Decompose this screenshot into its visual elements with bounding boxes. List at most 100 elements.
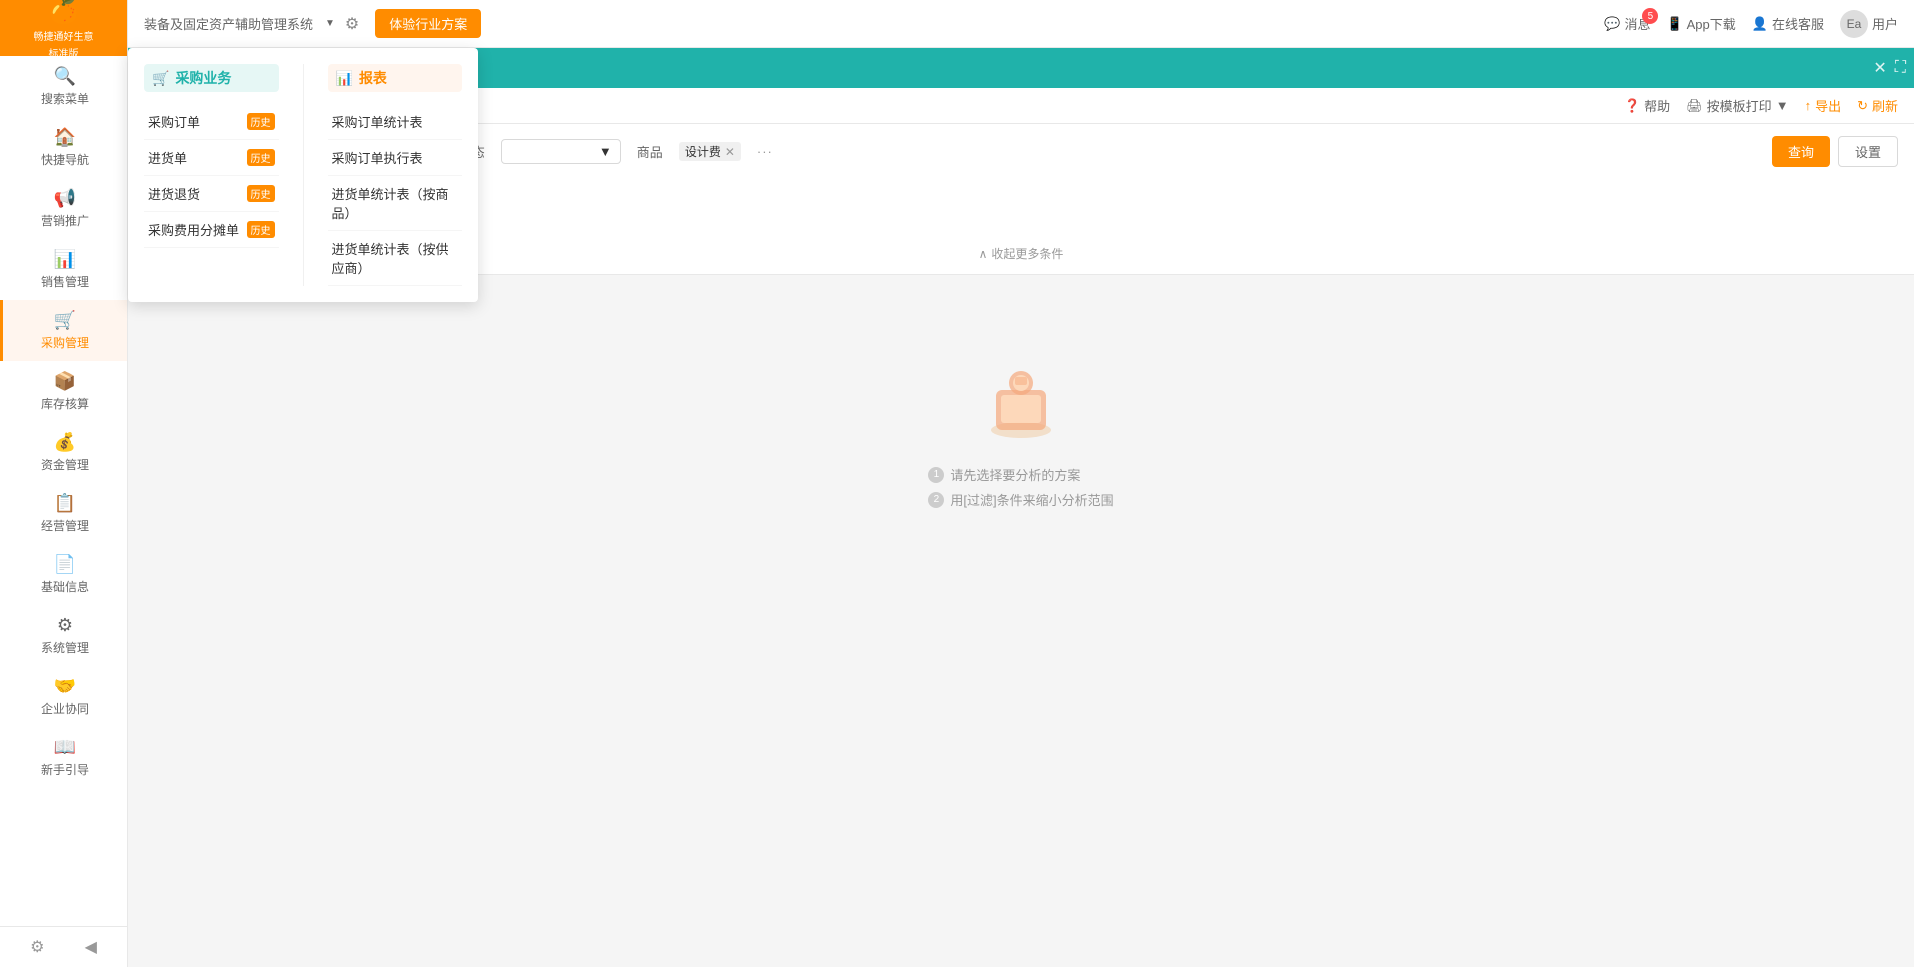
enterprise-icon: 🤝 (54, 676, 76, 697)
settings-button[interactable]: 设置 (1838, 136, 1898, 167)
purchase-order-exec-item[interactable]: 采购订单执行表 (328, 140, 463, 176)
sidebar-item-basic[interactable]: 📄 基础信息 (0, 544, 127, 605)
purchase-expense-item[interactable]: 采购费用分摊单 历史 (144, 212, 279, 248)
refresh-btn[interactable]: ↻ 刷新 (1857, 96, 1898, 115)
sidebar-item-label: 快捷导航 (41, 151, 89, 168)
sidebar-menu: 🔍 搜索菜单 🏠 快捷导航 📢 营销推广 📊 销售管理 🛒 采购管理 📦 库存核… (0, 56, 127, 926)
home-icon: 🏠 (54, 127, 76, 148)
sidebar-item-label: 企业协同 (41, 700, 89, 717)
phone-icon: 📱 (1666, 16, 1682, 32)
footer-settings-btn[interactable]: ⚙ (30, 937, 44, 957)
sidebar-item-label: 搜索菜单 (41, 90, 89, 107)
tabbar-right: ✕ ⛶ (1873, 58, 1914, 78)
purchase-order-item[interactable]: 采购订单 历史 (144, 104, 279, 140)
sidebar-item-purchase[interactable]: 🛒 采购管理 (0, 300, 127, 361)
print-icon: 🖨 (1686, 98, 1703, 114)
purchase-order-stats-label: 采购订单统计表 (332, 112, 423, 131)
topnav-settings-icon[interactable]: ⚙ (345, 14, 359, 34)
online-service-label: 在线客服 (1772, 14, 1824, 33)
goods-return-history-badge: 历史 (247, 185, 275, 202)
tip-dot-2: 2 (928, 492, 944, 508)
sidebar-item-quick-nav[interactable]: 🏠 快捷导航 (0, 117, 127, 178)
sidebar-item-guide[interactable]: 📖 新手引导 (0, 727, 127, 788)
collapse-arrow-icon: ∧ (979, 247, 988, 261)
sidebar-item-label: 资金管理 (41, 456, 89, 473)
menu-divider (303, 64, 304, 286)
trial-button[interactable]: 体验行业方案 (375, 9, 481, 38)
goods-more-icon[interactable]: ··· (757, 144, 773, 159)
goods-label: 商品 (637, 142, 663, 161)
purchase-order-label: 采购订单 (148, 112, 200, 131)
user-btn[interactable]: Ea 用户 (1840, 10, 1898, 38)
print-arrow-icon: ▼ (1776, 98, 1789, 113)
collapse-button[interactable]: ∧ 收起更多条件 (979, 245, 1064, 262)
sidebar-item-finance[interactable]: 💰 资金管理 (0, 422, 127, 483)
purchase-dropdown-menu: 🛒 采购业务 采购订单 历史 进货单 历史 进货退货 历史 采购费用分摊单 历史… (128, 48, 478, 302)
sidebar-item-marketing[interactable]: 📢 营销推广 (0, 178, 127, 239)
operation-icon: 📋 (54, 493, 76, 514)
app-download-btn[interactable]: 📱 App下载 (1666, 14, 1735, 33)
sidebar-item-label: 经营管理 (41, 517, 89, 534)
help-label: 帮助 (1644, 96, 1670, 115)
refresh-icon: ↻ (1857, 98, 1868, 114)
online-service-btn[interactable]: 👤 在线客服 (1752, 14, 1824, 33)
sidebar-item-operation[interactable]: 📋 经营管理 (0, 483, 127, 544)
message-icon: 💬 (1604, 16, 1620, 32)
export-btn[interactable]: ↑ 导出 (1805, 96, 1842, 115)
sidebar-item-label: 营销推广 (41, 212, 89, 229)
search-button[interactable]: 查询 (1772, 136, 1830, 167)
message-btn[interactable]: 💬 消息 5 (1604, 14, 1650, 33)
goods-tag-close-icon[interactable]: ✕ (725, 145, 735, 159)
receipt-stats-supplier-label: 进货单统计表（按供应商） (332, 239, 459, 277)
goods-tag-value: 设计费 (685, 143, 721, 160)
avatar: Ea (1840, 10, 1868, 38)
sidebar-item-label: 采购管理 (41, 334, 89, 351)
help-icon: ❓ (1624, 98, 1640, 114)
empty-tip-1: 1 请先选择要分析的方案 (928, 465, 1113, 484)
tip-text-2: 用[过滤]条件来缩小分析范围 (950, 490, 1113, 509)
goods-receipt-history-badge: 历史 (247, 149, 275, 166)
tabbar-expand-icon[interactable]: ⛶ (1895, 59, 1906, 77)
finance-icon: 💰 (54, 432, 76, 453)
goods-receipt-item[interactable]: 进货单 历史 (144, 140, 279, 176)
system-dropdown[interactable]: ▼ (321, 18, 335, 29)
purchase-expense-label: 采购费用分摊单 (148, 220, 239, 239)
help-btn[interactable]: ❓ 帮助 (1624, 96, 1670, 115)
inventory-icon: 📦 (54, 371, 76, 392)
sidebar-footer: ⚙ ◀ (0, 926, 127, 967)
sidebar: 🍊 畅捷通好生意 标准版 🔍 搜索菜单 🏠 快捷导航 📢 营销推广 📊 销售管理… (0, 0, 128, 967)
report-menu-header-icon: 📊 (336, 70, 353, 87)
topnav-right: 💬 消息 5 📱 App下载 👤 在线客服 Ea 用户 (1604, 10, 1898, 38)
sidebar-item-label: 销售管理 (41, 273, 89, 290)
system-title: 装备及固定资产辅助管理系统 (144, 14, 313, 33)
guide-icon: 📖 (54, 737, 76, 758)
tip-dot-1: 1 (928, 467, 944, 483)
sidebar-item-sales[interactable]: 📊 销售管理 (0, 239, 127, 300)
topnav: 装备及固定资产辅助管理系统 ▼ ⚙ 体验行业方案 💬 消息 5 📱 App下载 … (128, 0, 1914, 48)
purchase-order-stats-item[interactable]: 采购订单统计表 (328, 104, 463, 140)
sales-icon: 📊 (54, 249, 76, 270)
search-icon: 🔍 (54, 66, 76, 87)
sidebar-item-enterprise[interactable]: 🤝 企业协同 (0, 666, 127, 727)
purchase-menu-header: 🛒 采购业务 (144, 64, 279, 92)
status-select[interactable]: ▼ (501, 139, 621, 164)
print-label: 按模板打印 (1707, 96, 1772, 115)
purchase-order-history-badge: 历史 (247, 113, 275, 130)
empty-tips: 1 请先选择要分析的方案 2 用[过滤]条件来缩小分析范围 (928, 465, 1113, 509)
collapse-label: 收起更多条件 (991, 245, 1063, 262)
empty-illustration (971, 355, 1071, 455)
sidebar-item-search[interactable]: 🔍 搜索菜单 (0, 56, 127, 117)
sidebar-item-label: 系统管理 (41, 639, 89, 656)
print-btn[interactable]: 🖨 按模板打印 ▼ (1686, 96, 1788, 115)
receipt-stats-goods-item[interactable]: 进货单统计表（按商品） (328, 176, 463, 231)
message-badge: 5 (1642, 8, 1658, 24)
goods-return-item[interactable]: 进货退货 历史 (144, 176, 279, 212)
status-arrow-icon: ▼ (599, 144, 612, 159)
sidebar-item-inventory[interactable]: 📦 库存核算 (0, 361, 127, 422)
sidebar-item-system[interactable]: ⚙ 系统管理 (0, 605, 127, 666)
tabbar-close-icon[interactable]: ✕ (1873, 58, 1886, 78)
purchase-icon: 🛒 (54, 310, 76, 331)
receipt-stats-supplier-item[interactable]: 进货单统计表（按供应商） (328, 231, 463, 286)
system-icon: ⚙ (57, 615, 73, 636)
footer-collapse-btn[interactable]: ◀ (85, 937, 97, 957)
